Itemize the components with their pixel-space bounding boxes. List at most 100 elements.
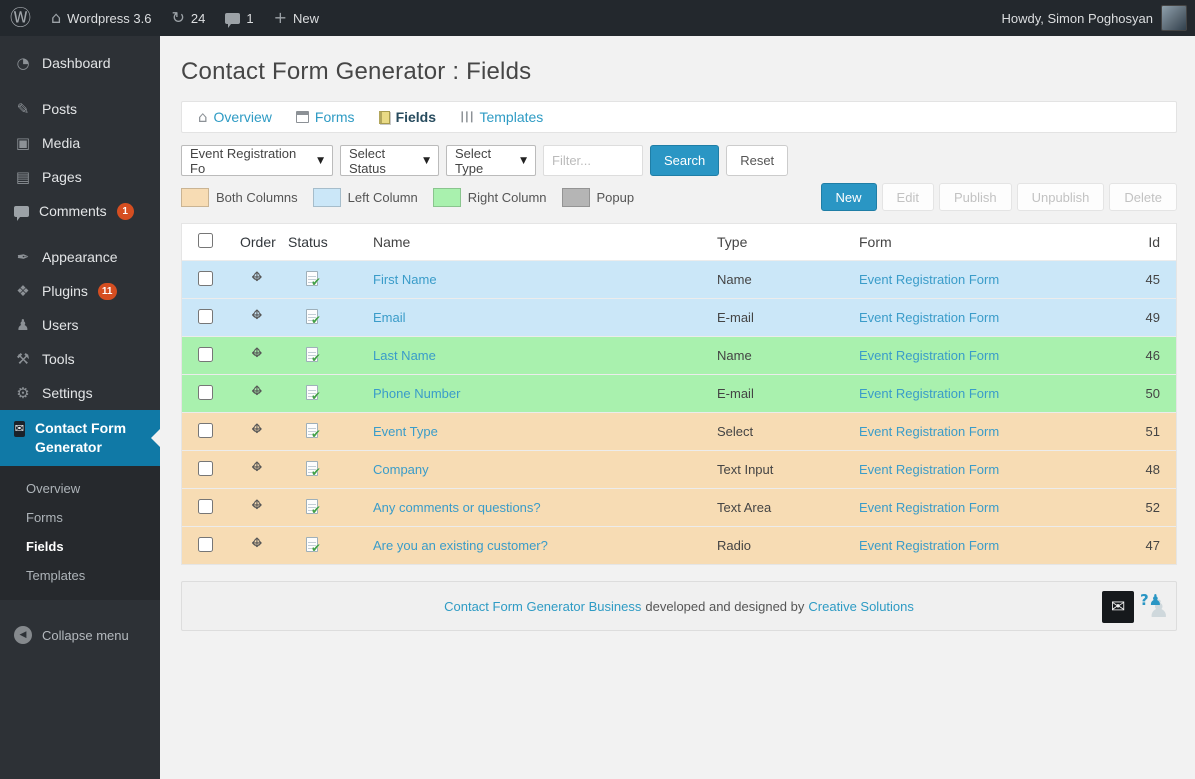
form-filter-select[interactable]: Event Registration Fo ▼ [181,145,333,176]
menu-separator [0,80,160,92]
new-button[interactable]: New [820,183,877,211]
status-published-icon[interactable] [306,346,321,365]
status-published-icon[interactable] [306,422,321,441]
updates-link[interactable]: ↻ 24 [161,0,215,36]
reset-button[interactable]: Reset [726,145,789,176]
drag-handle-icon[interactable] [249,460,265,476]
wordpress-menu[interactable]: Ⓦ [0,0,41,36]
submenu-item-fields[interactable]: Fields [0,532,160,561]
row-checkbox[interactable] [198,270,213,286]
field-name-link[interactable]: Event Type [373,424,438,439]
form-name-link[interactable]: Event Registration Form [859,272,999,287]
envelope-badge-icon[interactable]: ✉ [1102,591,1134,623]
table-row: Phone Number E-mail Event Registration For… [182,374,1176,412]
row-type-cell: Text Input [717,462,774,477]
drag-handle-icon[interactable] [249,270,265,286]
drag-handle-icon[interactable] [249,308,265,324]
type-filter-select[interactable]: Select Type ▼ [446,145,536,176]
product-link[interactable]: Contact Form Generator Business [444,599,641,614]
chevron-down-icon: ▼ [423,155,430,166]
field-name-link[interactable]: First Name [373,272,437,287]
tab-templates[interactable]: ☰ Templates [450,108,553,126]
drag-handle-icon[interactable] [249,422,265,438]
edit-button[interactable]: Edit [881,183,934,211]
field-name-link[interactable]: Email [373,310,406,325]
row-checkbox[interactable] [198,536,213,552]
publish-button[interactable]: Publish [938,183,1012,211]
sidebar-item-plugins[interactable]: ❖ Plugins 11 [0,274,160,308]
home-icon: ⌂ [198,108,208,126]
tab-fields[interactable]: Fields [369,109,446,125]
form-name-link[interactable]: Event Registration Form [859,462,999,477]
user-avatar[interactable] [1161,5,1187,31]
status-published-icon[interactable] [306,498,321,517]
row-checkbox[interactable] [198,346,213,362]
status-filter-select[interactable]: Select Status ▼ [340,145,439,176]
sidebar-item-tools[interactable]: ⚒ Tools [0,342,160,376]
select-all-checkbox[interactable] [198,233,213,248]
form-name-link[interactable]: Event Registration Form [859,348,999,363]
sidebar-item-posts[interactable]: ✎ Posts [0,92,160,126]
status-published-icon[interactable] [306,384,321,403]
form-name-link[interactable]: Event Registration Form [859,424,999,439]
submenu-item-templates[interactable]: Templates [0,561,160,590]
status-published-icon[interactable] [306,536,321,555]
status-published-icon[interactable] [306,308,321,327]
collapse-menu-button[interactable]: ◀ Collapse menu [0,614,160,644]
new-content-menu[interactable]: + New [264,0,329,36]
field-name-link[interactable]: Are you an existing customer? [373,538,548,553]
comments-link[interactable]: 1 [215,0,263,36]
row-checkbox[interactable] [198,460,213,476]
form-name-link[interactable]: Event Registration Form [859,538,999,553]
row-checkbox[interactable] [198,498,213,514]
sidebar-item-comments[interactable]: Comments 1 [0,194,160,228]
row-checkbox[interactable] [198,308,213,324]
field-name-link[interactable]: Phone Number [373,386,460,401]
row-status-cell [288,308,353,327]
status-published-icon[interactable] [306,270,321,289]
row-checkbox[interactable] [198,422,213,438]
submenu-item-overview[interactable]: Overview [0,474,160,503]
tab-overview[interactable]: ⌂ Overview [188,108,282,126]
row-checkbox-cell [182,460,226,479]
sidebar-item-appearance[interactable]: ✒ Appearance [0,240,160,274]
row-form-cell: Event Registration Form [839,500,1129,515]
sidebar-item-media[interactable]: ▣ Media [0,126,160,160]
legend-and-actions-row: Both Columns Left Column Right Column Popup… [181,183,1177,211]
field-name-link[interactable]: Company [373,462,429,477]
row-id-cell: 50 [1145,386,1160,401]
field-name-link[interactable]: Any comments or questions? [373,500,541,515]
row-id-cell: 49 [1145,310,1160,325]
status-published-icon[interactable] [306,460,321,479]
form-name-link[interactable]: Event Registration Form [859,310,999,325]
row-checkbox[interactable] [198,384,213,400]
pages-icon: ▤ [15,168,31,186]
tab-forms[interactable]: Forms [286,109,365,125]
drag-handle-icon[interactable] [249,498,265,514]
unpublish-button[interactable]: Unpublish [1016,183,1105,211]
sidebar-item-settings[interactable]: ⚙ Settings [0,376,160,410]
drag-handle-icon[interactable] [249,536,265,552]
support-question-icon[interactable] [1140,591,1170,623]
form-name-link[interactable]: Event Registration Form [859,386,999,401]
legend-label: Left Column [347,189,418,205]
filter-input[interactable] [543,145,643,176]
field-name-link[interactable]: Last Name [373,348,436,363]
form-name-link[interactable]: Event Registration Form [859,500,999,515]
drag-handle-icon[interactable] [249,346,265,362]
sidebar-item-pages[interactable]: ▤ Pages [0,160,160,194]
row-type-cell: Text Area [717,500,772,515]
author-link[interactable]: Creative Solutions [808,599,914,614]
submenu-item-forms[interactable]: Forms [0,503,160,532]
row-name-cell: Phone Number [353,386,697,401]
sidebar-item-contact-form-generator[interactable]: ✉ Contact Form Generator [0,410,160,466]
drag-handle-icon[interactable] [249,384,265,400]
delete-button[interactable]: Delete [1109,183,1177,211]
sidebar-item-users[interactable]: ♟ Users [0,308,160,342]
sidebar-item-dashboard[interactable]: ◔ Dashboard [0,46,160,80]
search-button[interactable]: Search [650,145,720,176]
howdy-text[interactable]: Howdy, Simon Poghosyan [1001,11,1153,26]
site-link[interactable]: ⌂ Wordpress 3.6 [41,0,161,36]
row-type-cell: E-mail [717,310,754,325]
fields-table: Order Status Name Type Form Id First Nam… [181,223,1177,565]
